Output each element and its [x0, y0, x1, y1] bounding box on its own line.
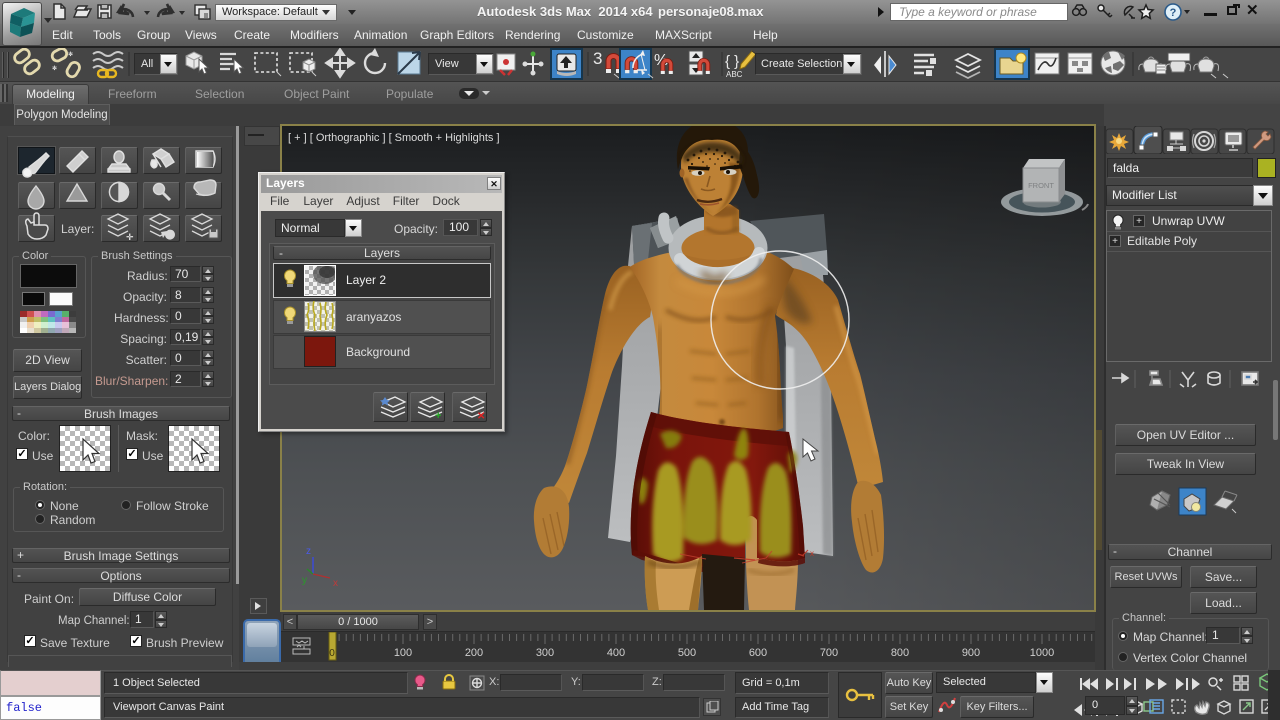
svg-text:FRONT: FRONT	[1028, 181, 1054, 190]
svg-text:+: +	[435, 410, 441, 422]
svg-text:1000: 1000	[1030, 647, 1054, 659]
svg-text:3: 3	[593, 49, 602, 68]
svg-text:✻: ✻	[52, 65, 57, 72]
svg-text:ABC: ABC	[726, 70, 743, 79]
svg-text:{ }: { }	[725, 53, 739, 70]
svg-text:[ + ] [ Orthographic ] [ Smoot: [ + ] [ Orthographic ] [ Smooth + Highli…	[288, 132, 500, 144]
svg-text:400: 400	[607, 647, 625, 659]
svg-text:✛: ✛	[126, 232, 134, 242]
svg-text:200: 200	[465, 647, 483, 659]
svg-text:100: 100	[394, 647, 412, 659]
svg-text:900: 900	[962, 647, 980, 659]
svg-text:800: 800	[891, 647, 909, 659]
svg-text:x: x	[810, 549, 814, 558]
svg-text:500: 500	[678, 647, 696, 659]
svg-text:z: z	[306, 546, 311, 557]
svg-text:300: 300	[536, 647, 554, 659]
svg-text:0: 0	[329, 648, 335, 659]
svg-text:✕: ✕	[477, 411, 485, 422]
svg-text:✻: ✻	[68, 51, 73, 58]
svg-text:y: y	[302, 575, 307, 586]
svg-text:700: 700	[820, 647, 838, 659]
svg-text:?: ?	[1170, 7, 1177, 19]
svg-text:x: x	[333, 578, 338, 589]
svg-text:600: 600	[749, 647, 767, 659]
